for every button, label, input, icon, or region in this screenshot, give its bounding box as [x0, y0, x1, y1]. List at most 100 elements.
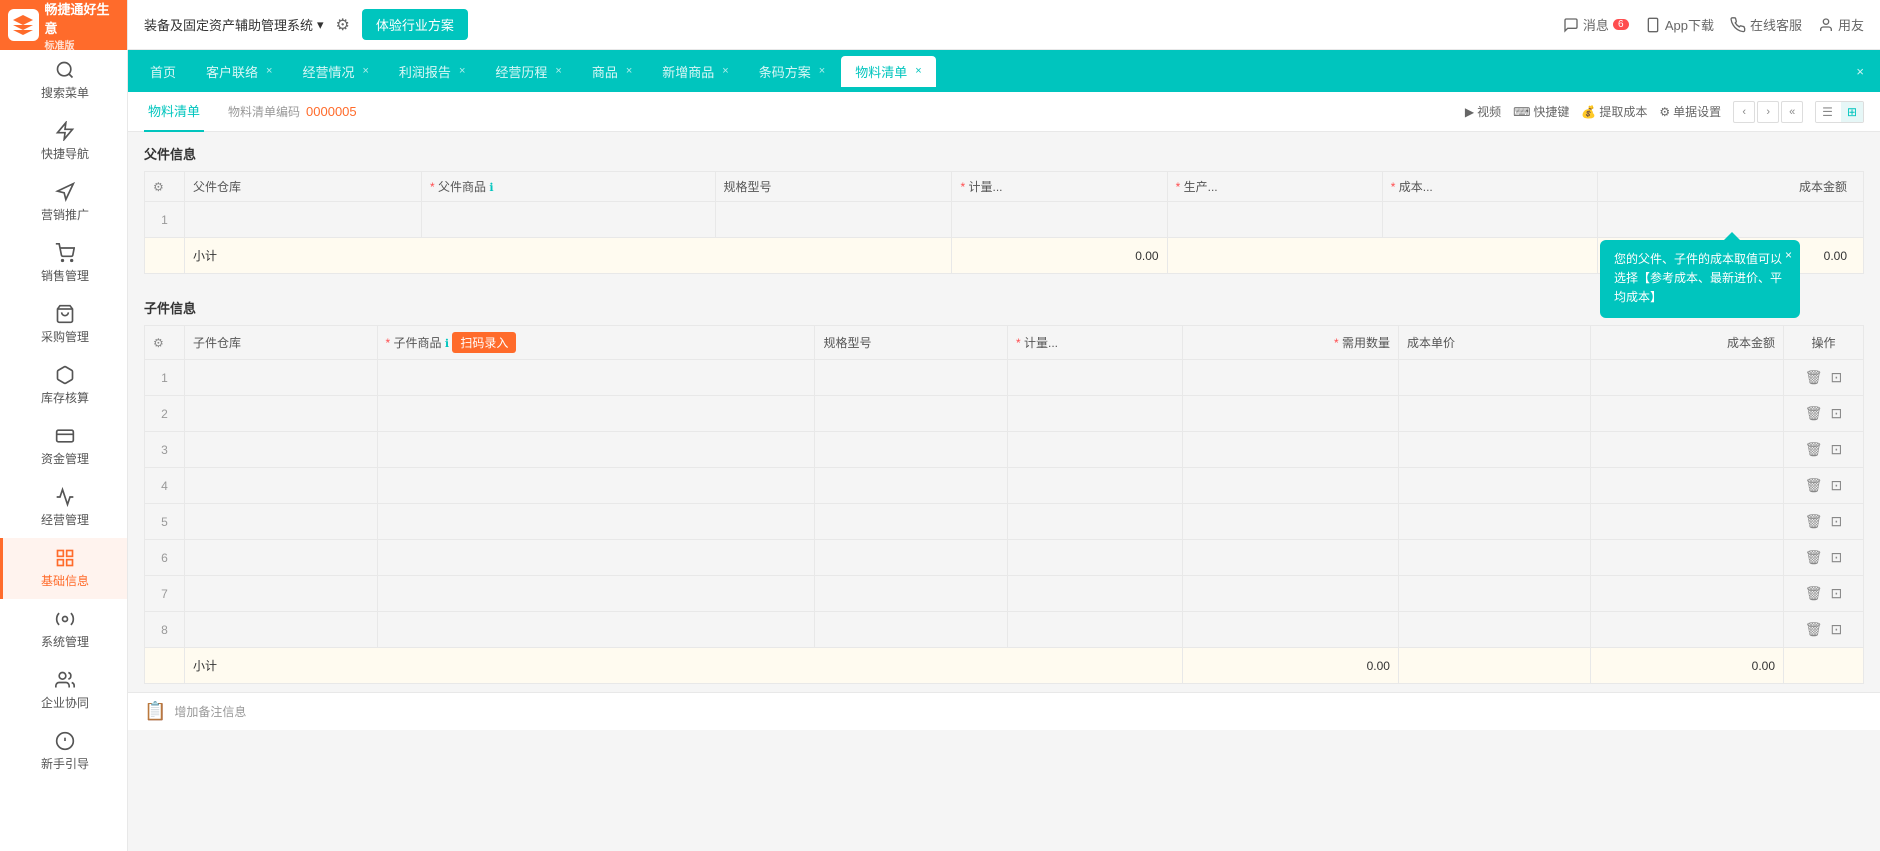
- child-quantity-cell[interactable]: [1182, 396, 1398, 432]
- child-spec-cell[interactable]: [815, 612, 1008, 648]
- tab-close-icon[interactable]: ×: [555, 65, 561, 77]
- service-action[interactable]: 在线客服: [1730, 15, 1802, 34]
- delete-icon[interactable]: 🗑: [1805, 369, 1823, 386]
- tab-close-icon[interactable]: ×: [362, 65, 368, 77]
- nav-prev-icon[interactable]: ‹: [1733, 101, 1755, 123]
- settings-gear-icon[interactable]: ⚙: [153, 336, 164, 350]
- child-unit-cell[interactable]: [1007, 540, 1182, 576]
- message-action[interactable]: 消息 6: [1563, 15, 1629, 34]
- parent-cost-cell[interactable]: [1382, 202, 1597, 238]
- child-unit-cell[interactable]: [1007, 576, 1182, 612]
- sidebar-item-purchase[interactable]: 采购管理: [0, 294, 127, 355]
- sidebar-item-operation[interactable]: 经营管理: [0, 477, 127, 538]
- child-unit-cost-cell[interactable]: [1398, 504, 1591, 540]
- sidebar-item-finance[interactable]: 资金管理: [0, 416, 127, 477]
- child-goods-cell[interactable]: [377, 360, 815, 396]
- copy-icon[interactable]: ⊡: [1831, 549, 1843, 566]
- cost-action[interactable]: 💰 提取成本: [1581, 103, 1647, 120]
- sidebar-item-guide[interactable]: 新手引导: [0, 721, 127, 782]
- try-button[interactable]: 体验行业方案: [362, 9, 468, 40]
- sidebar-item-quick-nav[interactable]: 快捷导航: [0, 111, 127, 172]
- sidebar-item-sales[interactable]: 销售管理: [0, 233, 127, 294]
- child-spec-cell[interactable]: [815, 468, 1008, 504]
- copy-icon[interactable]: ⊡: [1831, 441, 1843, 458]
- child-spec-cell[interactable]: [815, 432, 1008, 468]
- view-table-btn[interactable]: ⊞: [1841, 102, 1863, 122]
- copy-icon[interactable]: ⊡: [1831, 621, 1843, 638]
- child-spec-cell[interactable]: [815, 360, 1008, 396]
- sidebar-item-search[interactable]: 搜索菜单: [0, 50, 127, 111]
- child-unit-cost-cell[interactable]: [1398, 576, 1591, 612]
- child-quantity-cell[interactable]: [1182, 504, 1398, 540]
- info-icon[interactable]: ℹ: [489, 182, 493, 194]
- child-quantity-cell[interactable]: [1182, 612, 1398, 648]
- parent-unit-cell[interactable]: [952, 202, 1167, 238]
- settings-gear-icon[interactable]: ⚙: [153, 180, 164, 194]
- delete-icon[interactable]: 🗑: [1805, 549, 1823, 566]
- child-goods-cell[interactable]: [377, 576, 815, 612]
- child-unit-cell[interactable]: [1007, 468, 1182, 504]
- delete-icon[interactable]: 🗑: [1805, 405, 1823, 422]
- child-unit-cell[interactable]: [1007, 360, 1182, 396]
- child-spec-cell[interactable]: [815, 504, 1008, 540]
- child-unit-cell[interactable]: [1007, 612, 1182, 648]
- child-warehouse-cell[interactable]: [185, 612, 378, 648]
- tooltip-close-button[interactable]: ×: [1785, 246, 1792, 265]
- sub-tab-list[interactable]: 物料清单: [144, 92, 204, 132]
- tab-close-icon[interactable]: ×: [915, 65, 921, 77]
- copy-icon[interactable]: ⊡: [1831, 405, 1843, 422]
- tab-close-icon[interactable]: ×: [459, 65, 465, 77]
- delete-icon[interactable]: 🗑: [1805, 513, 1823, 530]
- tab-profit[interactable]: 利润报告 ×: [385, 56, 479, 87]
- copy-icon[interactable]: ⊡: [1831, 477, 1843, 494]
- child-warehouse-cell[interactable]: [185, 360, 378, 396]
- tab-close-icon[interactable]: ×: [626, 65, 632, 77]
- child-warehouse-cell[interactable]: [185, 432, 378, 468]
- child-unit-cost-cell[interactable]: [1398, 432, 1591, 468]
- parent-spec-cell[interactable]: [715, 202, 952, 238]
- tab-operation-status[interactable]: 经营情况 ×: [288, 56, 382, 87]
- tab-customer[interactable]: 客户联络 ×: [192, 56, 286, 87]
- sidebar-item-system[interactable]: 系统管理: [0, 599, 127, 660]
- tab-close-icon[interactable]: ×: [266, 65, 272, 77]
- tab-more[interactable]: ×: [1848, 60, 1872, 83]
- delete-icon[interactable]: 🗑: [1805, 441, 1823, 458]
- system-name-dropdown[interactable]: 装备及固定资产辅助管理系统 ▾: [144, 15, 324, 34]
- tab-goods[interactable]: 商品 ×: [578, 56, 646, 87]
- child-goods-cell[interactable]: [377, 612, 815, 648]
- nav-next-icon[interactable]: ›: [1757, 101, 1779, 123]
- child-unit-cell[interactable]: [1007, 432, 1182, 468]
- child-warehouse-cell[interactable]: [185, 576, 378, 612]
- delete-icon[interactable]: 🗑: [1805, 621, 1823, 638]
- shortcut-action[interactable]: ⌨ 快捷键: [1513, 103, 1569, 120]
- sidebar-item-marketing[interactable]: 营销推广: [0, 172, 127, 233]
- sidebar-item-inventory[interactable]: 库存核算: [0, 355, 127, 416]
- child-unit-cost-cell[interactable]: [1398, 396, 1591, 432]
- child-quantity-cell[interactable]: [1182, 540, 1398, 576]
- tab-new-goods[interactable]: 新增商品 ×: [648, 56, 742, 87]
- child-goods-cell[interactable]: [377, 540, 815, 576]
- sidebar-item-enterprise[interactable]: 企业协同: [0, 660, 127, 721]
- delete-icon[interactable]: 🗑: [1805, 585, 1823, 602]
- user-action[interactable]: 用友: [1818, 15, 1864, 34]
- copy-icon[interactable]: ⊡: [1831, 369, 1843, 386]
- info-icon[interactable]: ℹ: [445, 338, 449, 350]
- parent-goods-cell[interactable]: [421, 202, 715, 238]
- app-download-action[interactable]: App下载: [1645, 15, 1714, 34]
- tab-close-icon[interactable]: ×: [722, 65, 728, 77]
- child-unit-cell[interactable]: [1007, 396, 1182, 432]
- view-list-btn[interactable]: ☰: [1816, 102, 1839, 122]
- child-quantity-cell[interactable]: [1182, 360, 1398, 396]
- child-warehouse-cell[interactable]: [185, 396, 378, 432]
- parent-th-settings[interactable]: ⚙: [145, 172, 185, 202]
- copy-icon[interactable]: ⊡: [1831, 513, 1843, 530]
- video-action[interactable]: ▶ 视频: [1465, 103, 1501, 120]
- child-quantity-cell[interactable]: [1182, 576, 1398, 612]
- sidebar-item-basic[interactable]: 基础信息: [0, 538, 127, 599]
- child-th-settings[interactable]: ⚙: [145, 326, 185, 360]
- tab-history[interactable]: 经营历程 ×: [481, 56, 575, 87]
- child-unit-cost-cell[interactable]: [1398, 540, 1591, 576]
- child-warehouse-cell[interactable]: [185, 468, 378, 504]
- tab-bom[interactable]: 物料清单 ×: [841, 56, 935, 87]
- child-goods-cell[interactable]: [377, 396, 815, 432]
